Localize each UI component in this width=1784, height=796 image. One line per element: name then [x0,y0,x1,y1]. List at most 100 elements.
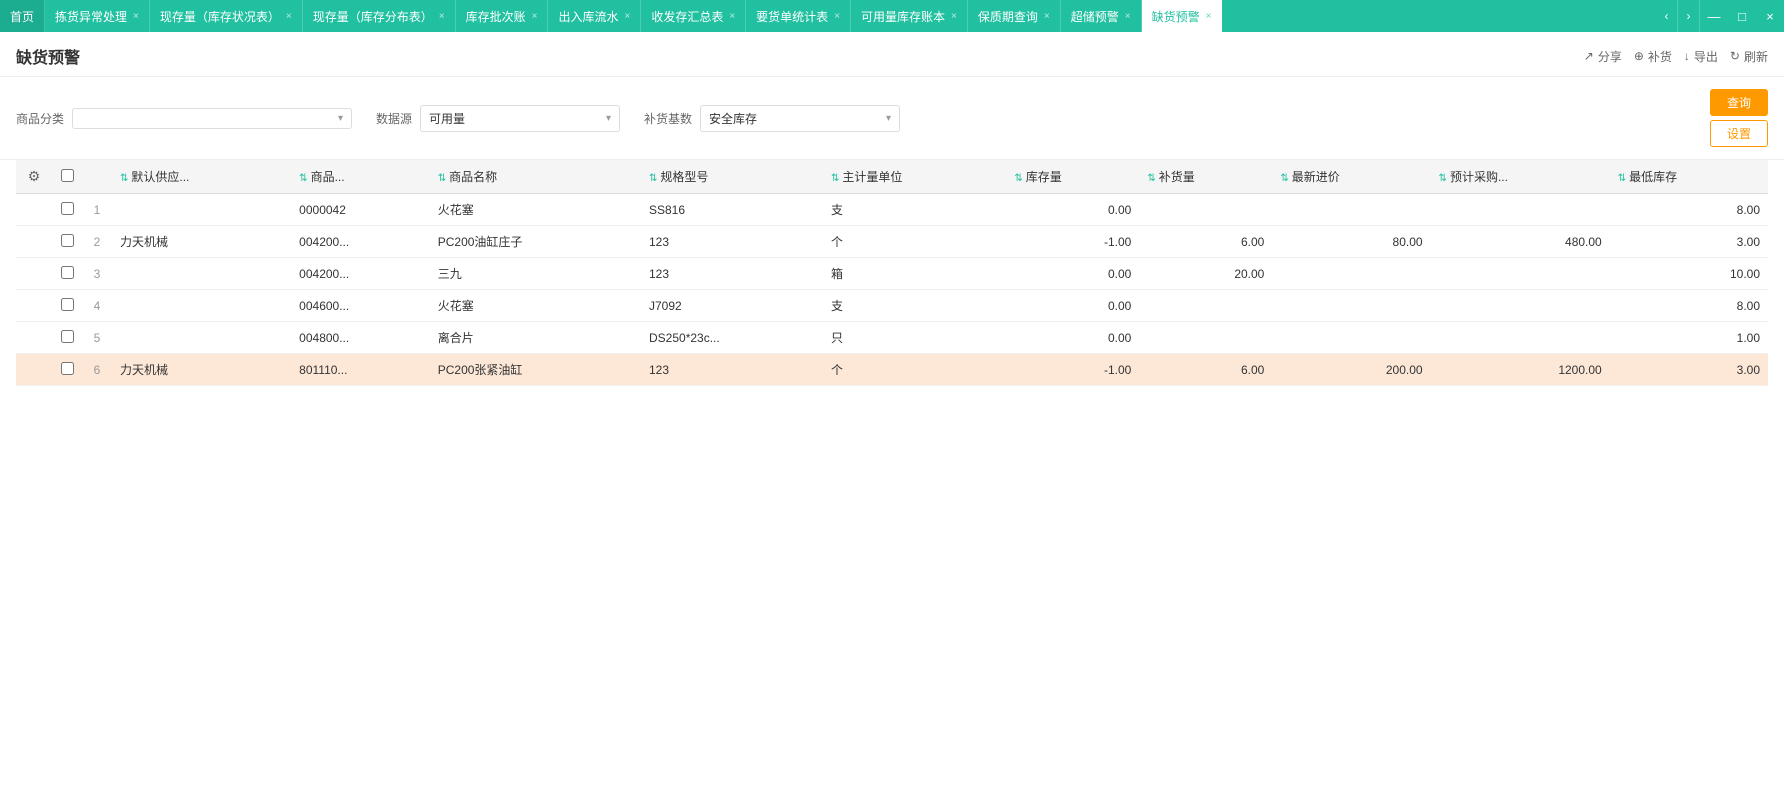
col-header-spec[interactable]: 规格型号 [641,160,823,194]
tab-item-batch-account[interactable]: 库存批次账 × [456,0,549,32]
tab-close-expiry-query[interactable]: × [1044,11,1050,22]
export-icon: ↓ [1684,49,1690,63]
table-settings-icon[interactable]: ⚙ [28,168,41,184]
product-code-cell: 801110... [291,354,430,386]
tab-close-receipt-summary[interactable]: × [729,11,735,22]
product-code-cell: 0000042 [291,194,430,226]
col-header-default_supplier[interactable]: 默认供应... [112,160,291,194]
tab-item-inventory-dist[interactable]: 现存量（库存分布表）× [303,0,456,32]
tab-next-btn[interactable]: › [1678,0,1700,32]
min-stock-cell: 3.00 [1610,226,1768,258]
unit-cell: 个 [823,354,1006,386]
tab-close-overstock-warning[interactable]: × [1125,11,1131,22]
col-header-unit[interactable]: 主计量单位 [823,160,1006,194]
tab-close-available-ledger[interactable]: × [951,11,957,22]
datasource-value: 可用量 [429,110,465,127]
spec-cell: 123 [641,354,823,386]
datasource-select[interactable]: 可用量 ▾ [420,105,620,132]
tab-close-inventory-dist[interactable]: × [439,11,445,22]
settings-button[interactable]: 设置 [1710,120,1768,147]
datasource-dropdown-arrow-icon: ▾ [606,113,611,124]
stock-qty-cell: -1.00 [1006,226,1139,258]
tab-item-home[interactable]: 首页 [0,0,45,32]
min-stock-cell: 1.00 [1610,322,1768,354]
tab-label-home: 首页 [10,8,34,25]
replenish-action[interactable]: ⊕ 补货 [1634,48,1672,65]
category-dropdown-arrow-icon: ▾ [338,113,343,124]
tab-item-expiry-query[interactable]: 保质期查询 × [968,0,1061,32]
latest-price-cell [1272,322,1430,354]
tab-close-inventory-status[interactable]: × [286,11,292,22]
col-header-estimated_purchase[interactable]: 预计采购... [1431,160,1610,194]
unit-cell: 个 [823,226,1006,258]
tab-item-receipt-summary[interactable]: 收发存汇总表 × [641,0,746,32]
query-button[interactable]: 查询 [1710,89,1768,116]
col-header-stock_qty[interactable]: 库存量 [1006,160,1139,194]
col-header-replenish_qty[interactable]: 补货量 [1139,160,1272,194]
row-checkbox[interactable] [61,330,74,343]
tab-close-batch-account[interactable]: × [532,11,538,22]
tab-label-batch-account: 库存批次账 [466,8,526,25]
tab-close-shortage-warning[interactable]: × [1206,11,1212,22]
col-header-product_code[interactable]: 商品... [291,160,430,194]
refresh-icon: ↻ [1730,49,1740,63]
category-select[interactable]: ▾ [72,108,352,129]
row-checkbox[interactable] [61,266,74,279]
select-all-checkbox[interactable] [61,169,74,182]
col-header-min_stock[interactable]: 最低库存 [1610,160,1768,194]
estimated-purchase-cell [1431,258,1610,290]
estimated-purchase-cell [1431,194,1610,226]
filter-actions: 查询 设置 [1710,89,1768,147]
tab-label-shortage-warning: 缺货预警 [1152,8,1200,25]
tab-maximize-btn[interactable]: □ [1728,0,1756,32]
col-header-product_name[interactable]: 商品名称 [430,160,641,194]
row-number: 1 [82,194,112,226]
tab-item-inventory-status[interactable]: 现存量（库存状况表）× [150,0,303,32]
row-checkbox[interactable] [61,298,74,311]
col-header-gear: ⚙ [16,160,52,194]
spec-cell: SS816 [641,194,823,226]
tab-prev-btn[interactable]: ‹ [1656,0,1678,32]
share-action[interactable]: ↗ 分享 [1584,48,1622,65]
tab-item-exception[interactable]: 拣货异常处理× [45,0,150,32]
default-supplier-cell [112,258,291,290]
default-supplier-cell [112,322,291,354]
col-header-latest_price[interactable]: 最新进价 [1272,160,1430,194]
tab-close-window-btn[interactable]: × [1756,0,1784,32]
latest-price-cell: 80.00 [1272,226,1430,258]
tab-item-available-ledger[interactable]: 可用量库存账本× [851,0,968,32]
header-actions: ↗ 分享 ⊕ 补货 ↓ 导出 ↻ 刷新 [1584,48,1768,65]
tab-bar: 首页拣货异常处理×现存量（库存状况表）×现存量（库存分布表）×库存批次账×出入库… [0,0,1784,32]
stock-qty-cell: 0.00 [1006,322,1139,354]
tab-label-demand-stats: 要货单统计表 [756,8,828,25]
table-row: 2力天机械004200...PC200油缸庄子123个-1.006.0080.0… [16,226,1768,258]
tab-minimize-btn[interactable]: — [1700,0,1728,32]
stock-qty-cell: -1.00 [1006,354,1139,386]
tab-label-receipt-summary: 收发存汇总表 [651,8,723,25]
tab-close-exception[interactable]: × [133,11,139,22]
spec-cell: 123 [641,226,823,258]
product-name-cell: 火花塞 [430,194,641,226]
tab-item-shortage-warning[interactable]: 缺货预警 × [1142,0,1223,32]
tab-close-in-out-flow[interactable]: × [624,11,630,22]
page-content: 缺货预警 ↗ 分享 ⊕ 补货 ↓ 导出 ↻ 刷新 商品分类 [0,32,1784,796]
replenish-basis-select[interactable]: 安全库存 ▾ [700,105,900,132]
row-checkbox[interactable] [61,234,74,247]
latest-price-cell [1272,194,1430,226]
min-stock-cell: 8.00 [1610,194,1768,226]
replenish-qty-cell [1139,194,1272,226]
product-code-cell: 004800... [291,322,430,354]
replenish-label: 补货 [1648,48,1672,65]
row-number: 3 [82,258,112,290]
export-label: 导出 [1694,48,1718,65]
tab-label-expiry-query: 保质期查询 [978,8,1038,25]
tab-item-in-out-flow[interactable]: 出入库流水× [548,0,641,32]
refresh-action[interactable]: ↻ 刷新 [1730,48,1768,65]
row-checkbox[interactable] [61,362,74,375]
tab-close-demand-stats[interactable]: × [834,11,840,22]
tab-item-overstock-warning[interactable]: 超储预警× [1061,0,1142,32]
product-name-cell: PC200油缸庄子 [430,226,641,258]
tab-item-demand-stats[interactable]: 要货单统计表 × [746,0,851,32]
row-checkbox[interactable] [61,202,74,215]
export-action[interactable]: ↓ 导出 [1684,48,1718,65]
